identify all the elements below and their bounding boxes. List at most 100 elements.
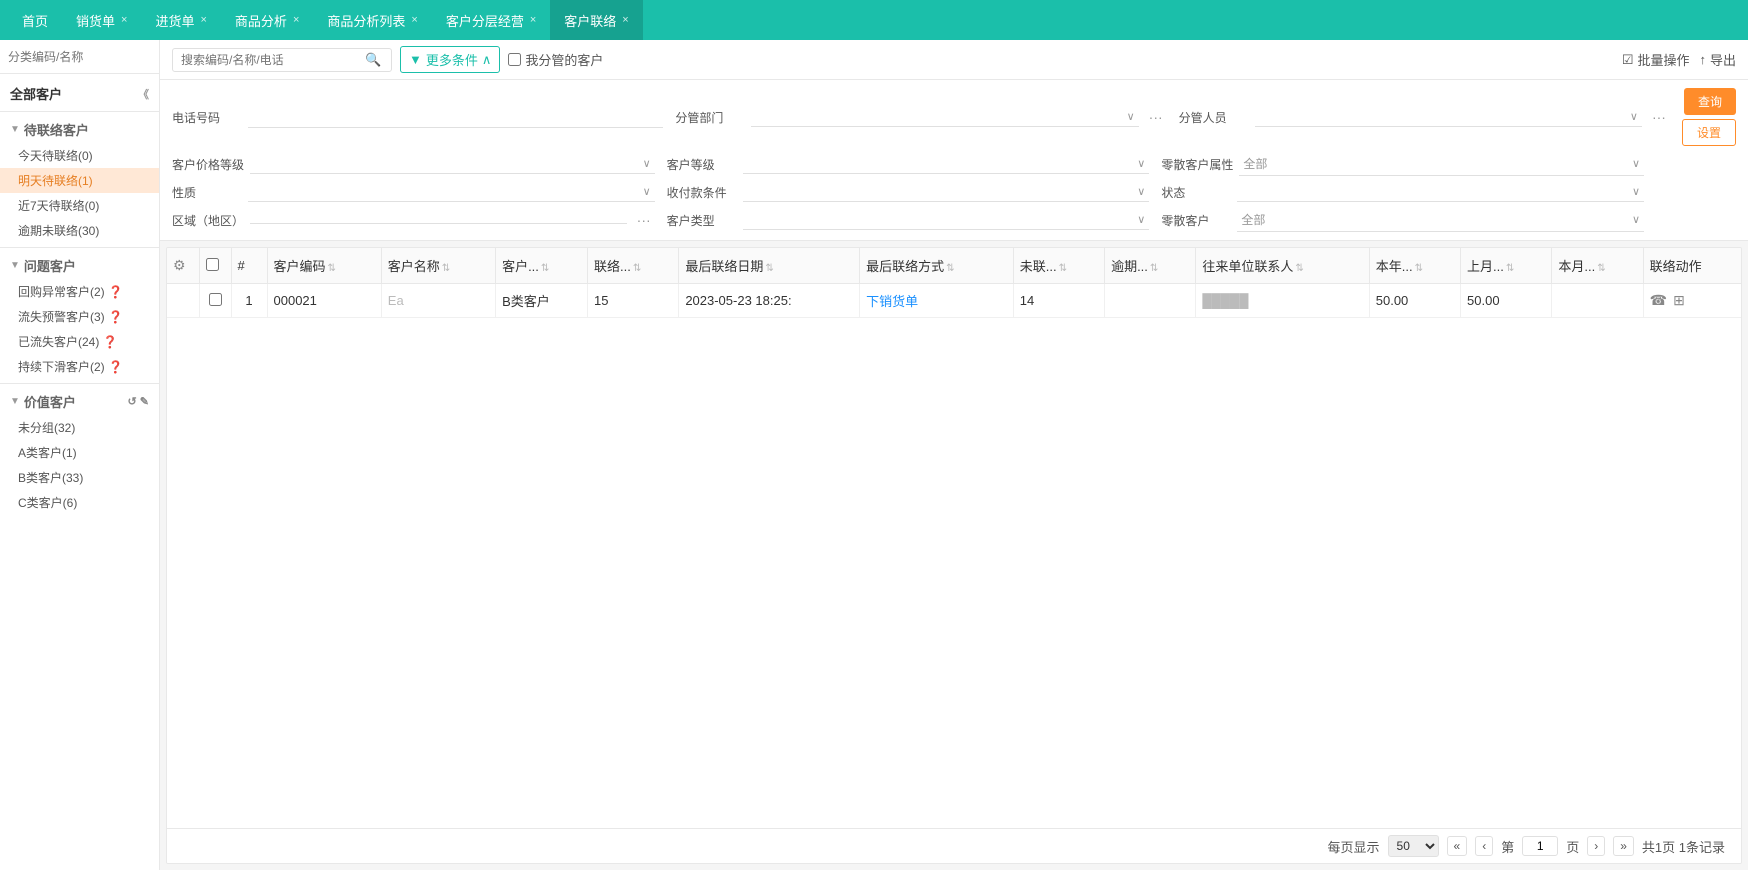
filter-phone-input[interactable] bbox=[248, 107, 663, 128]
close-sales-order-icon[interactable]: × bbox=[121, 14, 127, 26]
col-not-contacted-header[interactable]: 未联...⇅ bbox=[1013, 248, 1104, 284]
close-customer-contact-icon[interactable]: × bbox=[622, 14, 628, 26]
next-page-button[interactable]: › bbox=[1587, 836, 1605, 856]
nav-purchase-order[interactable]: 进货单 × bbox=[141, 0, 220, 40]
section-problem-customers[interactable]: ▼ 问题客户 bbox=[0, 252, 159, 279]
filter-nature-select[interactable]: ∨ bbox=[248, 182, 655, 202]
col-overdue-header[interactable]: 逾期...⇅ bbox=[1105, 248, 1196, 284]
col-num-header: # bbox=[231, 248, 267, 284]
filter-region-select[interactable] bbox=[250, 217, 627, 224]
filter-grade-label: 客户等级 bbox=[667, 156, 737, 173]
filter-dept-more-icon[interactable]: ··· bbox=[1145, 109, 1167, 125]
sidebar-overdue-contact[interactable]: 逾期未联络(30) bbox=[0, 218, 159, 243]
prev-page-button[interactable]: ‹ bbox=[1475, 836, 1493, 856]
nav-customer-contact[interactable]: 客户联络 × bbox=[550, 0, 642, 40]
filter-icon: ▼ bbox=[409, 52, 422, 67]
export-button[interactable]: ↑ 导出 bbox=[1699, 50, 1736, 69]
col-contact-header[interactable]: 联络...⇅ bbox=[588, 248, 679, 284]
sidebar-abnormal-repurchase[interactable]: 回购异常客户(2) ❓ bbox=[0, 279, 159, 304]
filter-grade-select[interactable]: ∨ bbox=[743, 154, 1150, 174]
col-contacts-header[interactable]: 往来单位联系人⇅ bbox=[1196, 248, 1369, 284]
sidebar-churn-warning[interactable]: 流失预警客户(3) ❓ bbox=[0, 304, 159, 329]
filter-payment-chevron-icon: ∨ bbox=[1137, 185, 1145, 198]
sidebar-content: 全部客户 《 ▼ 待联络客户 今天待联络(0) 明天待联络(1) 近7天待联络(… bbox=[0, 74, 159, 870]
col-customer-type-header[interactable]: 客户...⇅ bbox=[496, 248, 588, 284]
filter-scatter-attr-select[interactable]: 全部 ∨ bbox=[1239, 152, 1644, 176]
more-filters-button[interactable]: ▼ 更多条件 ∧ bbox=[400, 46, 500, 73]
col-last-contact-method-header[interactable]: 最后联络方式⇅ bbox=[860, 248, 1014, 284]
action-qr-icon[interactable]: ⊞ bbox=[1673, 292, 1685, 309]
table-header-row: ⚙ # 客户编码⇅ 客户名称⇅ 客户...⇅ 联络...⇅ 最后联络日期⇅ 最后… bbox=[167, 248, 1741, 284]
filter-customer-type-select[interactable]: ∨ bbox=[743, 210, 1150, 230]
col-last-month-header[interactable]: 上月...⇅ bbox=[1461, 248, 1552, 284]
page-size-select[interactable]: 50 100 200 bbox=[1388, 835, 1439, 857]
row-customer-code: 000021 bbox=[267, 284, 381, 318]
filter-scatter-attr-label: 零散客户属性 bbox=[1161, 156, 1233, 173]
col-customer-code-header[interactable]: 客户编码⇅ bbox=[267, 248, 381, 284]
sidebar-class-a[interactable]: A类客户(1) bbox=[0, 440, 159, 465]
col-this-month-header[interactable]: 本月...⇅ bbox=[1552, 248, 1643, 284]
action-phone-icon[interactable]: ☎ bbox=[1650, 292, 1667, 309]
nav-product-analysis[interactable]: 商品分析 × bbox=[221, 0, 313, 40]
close-product-analysis-list-icon[interactable]: × bbox=[411, 14, 417, 26]
query-button[interactable]: 查询 bbox=[1684, 88, 1736, 115]
row-checkbox[interactable] bbox=[209, 293, 222, 306]
close-product-analysis-icon[interactable]: × bbox=[293, 14, 299, 26]
nav-product-analysis-list[interactable]: 商品分析列表 × bbox=[313, 0, 431, 40]
value-customers-actions[interactable]: ↺ ✎ bbox=[128, 395, 150, 408]
sidebar-search-input[interactable] bbox=[8, 50, 163, 64]
gear-settings-icon[interactable]: ⚙ bbox=[173, 257, 186, 273]
filter-dept-select[interactable]: ∨ bbox=[751, 107, 1138, 127]
filter-status-label: 状态 bbox=[1161, 184, 1231, 201]
section-value-customers[interactable]: ▼ 价值客户 ↺ ✎ bbox=[0, 388, 159, 415]
sidebar-today-contact[interactable]: 今天待联络(0) bbox=[0, 143, 159, 168]
col-this-year-header[interactable]: 本年...⇅ bbox=[1369, 248, 1460, 284]
col-check-header[interactable] bbox=[199, 248, 231, 284]
settings-button[interactable]: 设置 bbox=[1682, 119, 1736, 146]
filter-dept-chevron-icon: ∨ bbox=[1127, 110, 1135, 123]
close-customer-segmentation-icon[interactable]: × bbox=[530, 14, 536, 26]
nav-home[interactable]: 首页 bbox=[8, 0, 62, 40]
my-customers-checkbox[interactable] bbox=[508, 53, 521, 66]
all-customers-header[interactable]: 全部客户 《 bbox=[0, 80, 159, 107]
section-pending-contact[interactable]: ▼ 待联络客户 bbox=[0, 116, 159, 143]
sort-this-year-icon: ⇅ bbox=[1415, 263, 1423, 274]
col-customer-name-header[interactable]: 客户名称⇅ bbox=[381, 248, 495, 284]
col-last-contact-date-header[interactable]: 最后联络日期⇅ bbox=[679, 248, 860, 284]
row-overdue bbox=[1105, 284, 1196, 318]
row-check[interactable] bbox=[199, 284, 231, 318]
filter-price-select[interactable]: ∨ bbox=[250, 154, 655, 174]
table-scroll[interactable]: ⚙ # 客户编码⇅ 客户名称⇅ 客户...⇅ 联络...⇅ 最后联络日期⇅ 最后… bbox=[167, 248, 1741, 828]
col-gear-header[interactable]: ⚙ bbox=[167, 248, 199, 284]
row-not-contacted: 14 bbox=[1013, 284, 1104, 318]
last-contact-link[interactable]: 下销货单 bbox=[866, 294, 918, 309]
filter-region-more-icon[interactable]: ··· bbox=[633, 212, 655, 228]
filter-status: 状态 ∨ bbox=[1161, 182, 1644, 202]
toolbar-search-input[interactable] bbox=[181, 53, 361, 67]
filter-payment-select[interactable]: ∨ bbox=[743, 182, 1150, 202]
batch-operation-button[interactable]: ☑ 批量操作 bbox=[1622, 50, 1690, 69]
filter-person-select[interactable]: ∨ bbox=[1255, 107, 1642, 127]
nav-customer-segmentation[interactable]: 客户分层经营 × bbox=[432, 0, 550, 40]
last-page-button[interactable]: » bbox=[1613, 836, 1634, 856]
first-page-button[interactable]: « bbox=[1447, 836, 1468, 856]
sidebar-class-b[interactable]: B类客户(33) bbox=[0, 465, 159, 490]
sidebar-7day-contact[interactable]: 近7天待联络(0) bbox=[0, 193, 159, 218]
page-size-label: 每页显示 bbox=[1328, 837, 1380, 856]
filter-dept-label: 分管部门 bbox=[675, 109, 745, 126]
sidebar-class-c[interactable]: C类客户(6) bbox=[0, 490, 159, 515]
filter-person-more-icon[interactable]: ··· bbox=[1648, 109, 1670, 125]
sidebar-tomorrow-contact[interactable]: 明天待联络(1) bbox=[0, 168, 159, 193]
sidebar-declining[interactable]: 持续下滑客户(2) ❓ bbox=[0, 354, 159, 379]
close-purchase-order-icon[interactable]: × bbox=[200, 14, 206, 26]
nav-sales-order[interactable]: 销货单 × bbox=[62, 0, 141, 40]
page-number-input[interactable] bbox=[1522, 836, 1558, 856]
filter-scatter-select[interactable]: 全部 ∨ bbox=[1237, 208, 1644, 232]
divider-1 bbox=[0, 111, 159, 112]
toolbar-search-icon[interactable]: 🔍 bbox=[365, 52, 381, 68]
filter-status-select[interactable]: ∨ bbox=[1237, 182, 1644, 202]
sidebar-churned[interactable]: 已流失客户(24) ❓ bbox=[0, 329, 159, 354]
select-all-checkbox[interactable] bbox=[206, 258, 219, 271]
sidebar-ungrouped[interactable]: 未分组(32) bbox=[0, 415, 159, 440]
my-customers-checkbox-area[interactable]: 我分管的客户 bbox=[508, 50, 603, 69]
